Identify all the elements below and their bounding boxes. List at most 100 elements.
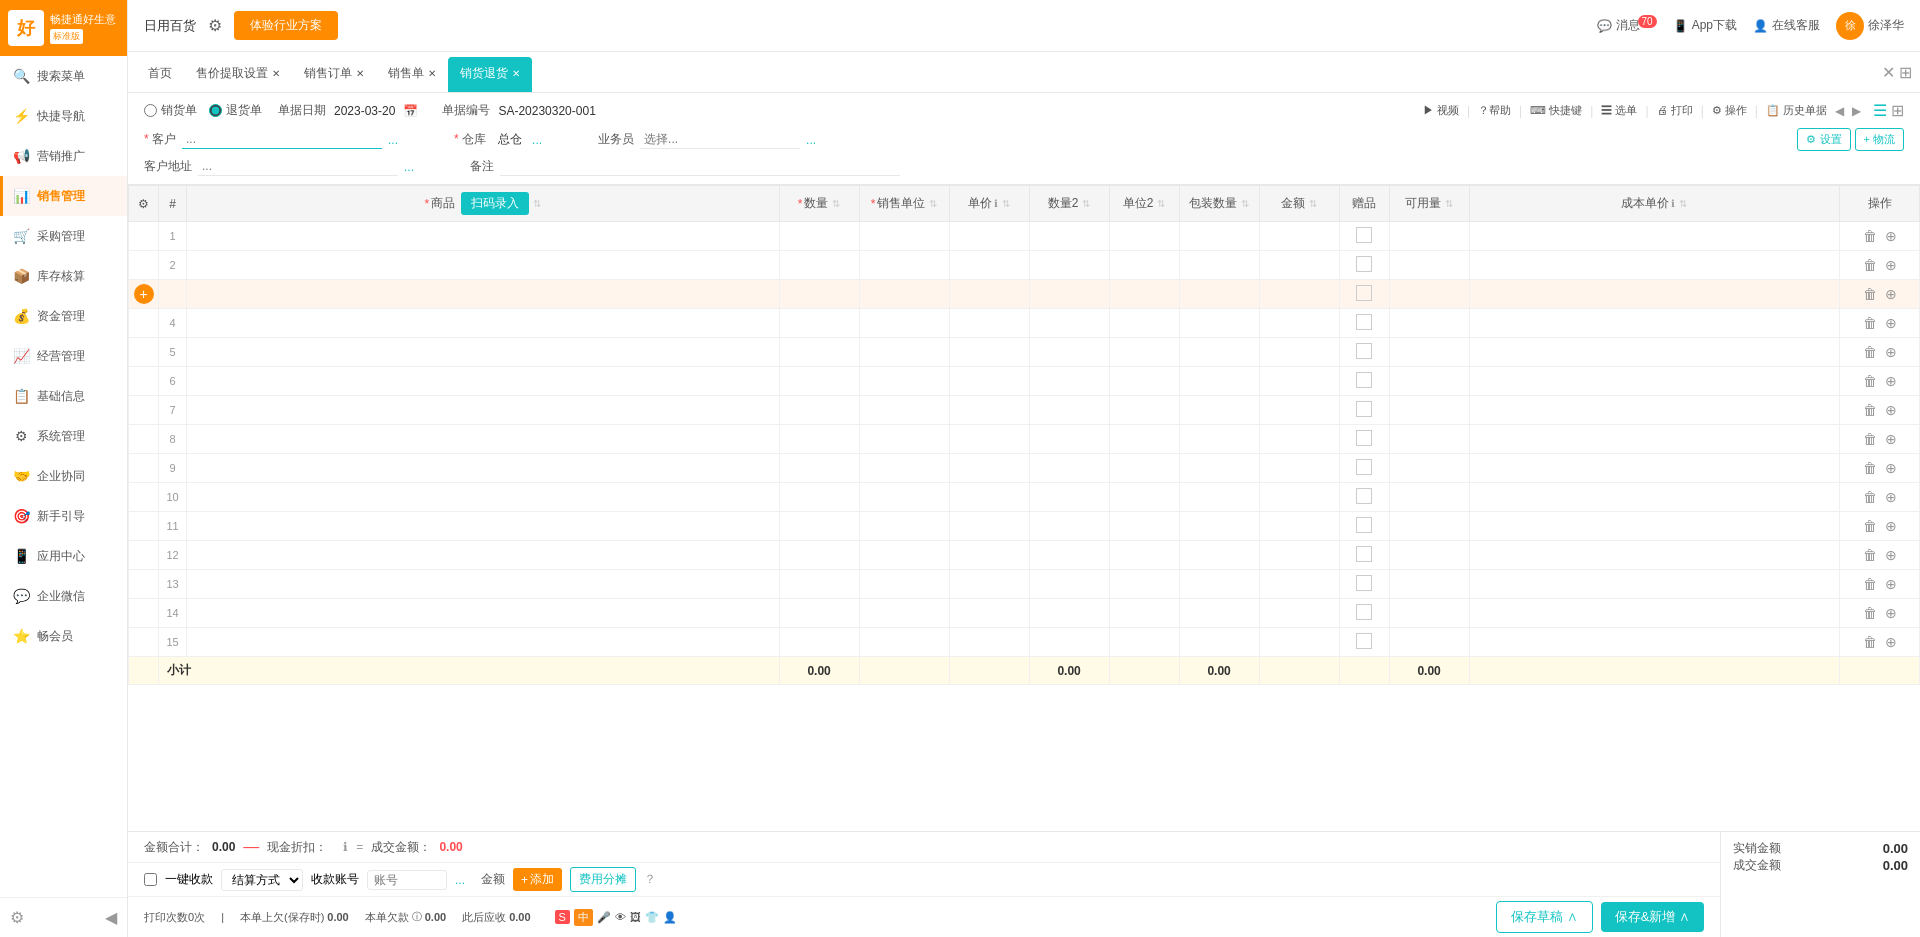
history-link[interactable]: 📋 历史单据 [1766, 103, 1827, 118]
radio-sales-shipment-input[interactable] [144, 104, 157, 117]
sidebar-item-apps[interactable]: 📱 应用中心 [0, 536, 127, 576]
save-draft-button[interactable]: 保存草稿 ∧ [1496, 901, 1593, 933]
tab-sales-order-close-icon[interactable]: ✕ [356, 68, 364, 79]
sidebar-item-member[interactable]: ⭐ 畅会员 [0, 616, 127, 656]
row-3-gift-checkbox[interactable] [1356, 285, 1372, 301]
icon-person[interactable]: 👤 [663, 911, 677, 924]
price-sort-icon[interactable]: ⇅ [1002, 198, 1010, 209]
setup-button[interactable]: ⚙ 设置 [1797, 128, 1850, 151]
row-3-unit2[interactable] [1109, 280, 1179, 309]
operation-link[interactable]: ⚙ 操作 [1712, 103, 1747, 118]
sidebar-item-operations[interactable]: 📈 经营管理 [0, 336, 127, 376]
view-list-icon[interactable]: ☰ [1873, 101, 1887, 120]
row-1-gift[interactable] [1339, 222, 1389, 251]
row-6-delete-button[interactable]: 🗑 [1861, 371, 1879, 391]
row-2-gift-checkbox[interactable] [1356, 256, 1372, 272]
one-click-checkbox[interactable] [144, 873, 157, 886]
row-2-product[interactable] [187, 251, 780, 280]
cost-sort-icon[interactable]: ⇅ [1679, 198, 1687, 209]
save-new-button[interactable]: 保存&新增 ∧ [1601, 902, 1704, 932]
next-icon[interactable]: ▶ [1852, 104, 1861, 118]
row-8-gift-checkbox[interactable] [1356, 430, 1372, 446]
tab-sales-order[interactable]: 销售订单 ✕ [292, 57, 376, 92]
row-14-gift-checkbox[interactable] [1356, 604, 1372, 620]
row-10-delete-button[interactable]: 🗑 [1861, 487, 1879, 507]
row-9-copy-button[interactable]: ⊕ [1883, 458, 1899, 478]
payment-help-icon[interactable]: ？ [644, 871, 656, 888]
row-1-product-input[interactable] [191, 229, 775, 243]
row-15-copy-button[interactable]: ⊕ [1883, 632, 1899, 652]
logistics-button[interactable]: + 物流 [1855, 128, 1904, 151]
sidebar-item-guide[interactable]: 🎯 新手引导 [0, 496, 127, 536]
row-4-copy-button[interactable]: ⊕ [1883, 313, 1899, 333]
icon-eye[interactable]: 👁 [615, 911, 626, 923]
col-settings[interactable]: ⚙ [129, 186, 159, 222]
row-5-copy-button[interactable]: ⊕ [1883, 342, 1899, 362]
row-9-gift-checkbox[interactable] [1356, 459, 1372, 475]
row-2-qty[interactable] [779, 251, 859, 280]
row-11-gift-checkbox[interactable] [1356, 517, 1372, 533]
row-3-amount[interactable] [1259, 280, 1339, 309]
sidebar-item-basics[interactable]: 📋 基础信息 [0, 376, 127, 416]
add-payment-button[interactable]: + 添加 [513, 868, 562, 891]
row-12-delete-button[interactable]: 🗑 [1861, 545, 1879, 565]
customer-input[interactable] [182, 130, 382, 149]
row-2-delete-button[interactable]: 🗑 [1861, 255, 1879, 275]
experience-button[interactable]: 体验行业方案 [234, 11, 338, 40]
row-6-copy-button[interactable]: ⊕ [1883, 371, 1899, 391]
account-more-icon[interactable]: ... [455, 873, 465, 887]
fee-split-button[interactable]: 费用分摊 [570, 867, 636, 892]
row-1-qty2[interactable] [1029, 222, 1109, 251]
salesperson-input[interactable] [640, 130, 800, 149]
radio-return[interactable]: 退货单 [209, 102, 262, 119]
row-7-gift-checkbox[interactable] [1356, 401, 1372, 417]
help-link[interactable]: ？帮助 [1478, 103, 1511, 118]
row-12-gift-checkbox[interactable] [1356, 546, 1372, 562]
view-grid-icon[interactable]: ⊞ [1891, 101, 1904, 120]
row-12-copy-button[interactable]: ⊕ [1883, 545, 1899, 565]
row-11-delete-button[interactable]: 🗑 [1861, 516, 1879, 536]
tab-return-close-icon[interactable]: ✕ [512, 68, 520, 79]
row-3-delete-button[interactable]: 🗑 [1861, 284, 1879, 304]
tab-shipment-close-icon[interactable]: ✕ [428, 68, 436, 79]
row-2-cost[interactable] [1469, 251, 1839, 280]
row-3-cost[interactable] [1469, 280, 1839, 309]
tab-sales-shipment[interactable]: 销售单 ✕ [376, 57, 448, 92]
settlement-select[interactable]: 结算方式 [221, 869, 303, 891]
address-more-icon[interactable]: ... [404, 160, 414, 174]
sidebar-settings-button[interactable]: ⚙ [8, 906, 26, 929]
add-row-button[interactable]: + [134, 284, 154, 304]
unit2-sort-icon[interactable]: ⇅ [1157, 198, 1165, 209]
address-input[interactable] [198, 157, 398, 176]
row-4-delete-button[interactable]: 🗑 [1861, 313, 1879, 333]
row-1-amount[interactable] [1259, 222, 1339, 251]
tab-price-close-icon[interactable]: ✕ [272, 68, 280, 79]
row-2-unit[interactable] [859, 251, 949, 280]
qty2-sort-icon[interactable]: ⇅ [1082, 198, 1090, 209]
row-10-gift-checkbox[interactable] [1356, 488, 1372, 504]
sidebar-item-system[interactable]: ⚙ 系统管理 [0, 416, 127, 456]
remarks-input[interactable] [500, 157, 900, 176]
row-2-avail[interactable] [1389, 251, 1469, 280]
radio-return-input[interactable] [209, 104, 222, 117]
row-1-unit[interactable] [859, 222, 949, 251]
calendar-icon[interactable]: 📅 [403, 104, 418, 118]
video-link[interactable]: ▶ 视频 [1423, 103, 1459, 118]
account-input[interactable] [367, 870, 447, 890]
prev-icon[interactable]: ◀ [1835, 104, 1844, 118]
tab-sales-return[interactable]: 销货退货 ✕ [448, 57, 532, 92]
row-5-delete-button[interactable]: 🗑 [1861, 342, 1879, 362]
sidebar-collapse-button[interactable]: ◀ [103, 906, 119, 929]
row-13-gift-checkbox[interactable] [1356, 575, 1372, 591]
row-3-avail[interactable] [1389, 280, 1469, 309]
sidebar-item-purchase[interactable]: 🛒 采购管理 [0, 216, 127, 256]
row-9-delete-button[interactable]: 🗑 [1861, 458, 1879, 478]
product-sort-icon[interactable]: ⇅ [533, 198, 541, 209]
row-3-price[interactable] [949, 280, 1029, 309]
row-1-avail[interactable] [1389, 222, 1469, 251]
row-1-cost[interactable] [1469, 222, 1839, 251]
row-7-delete-button[interactable]: 🗑 [1861, 400, 1879, 420]
row-2-qty2[interactable] [1029, 251, 1109, 280]
row-10-copy-button[interactable]: ⊕ [1883, 487, 1899, 507]
sidebar-item-enterprise[interactable]: 🤝 企业协同 [0, 456, 127, 496]
